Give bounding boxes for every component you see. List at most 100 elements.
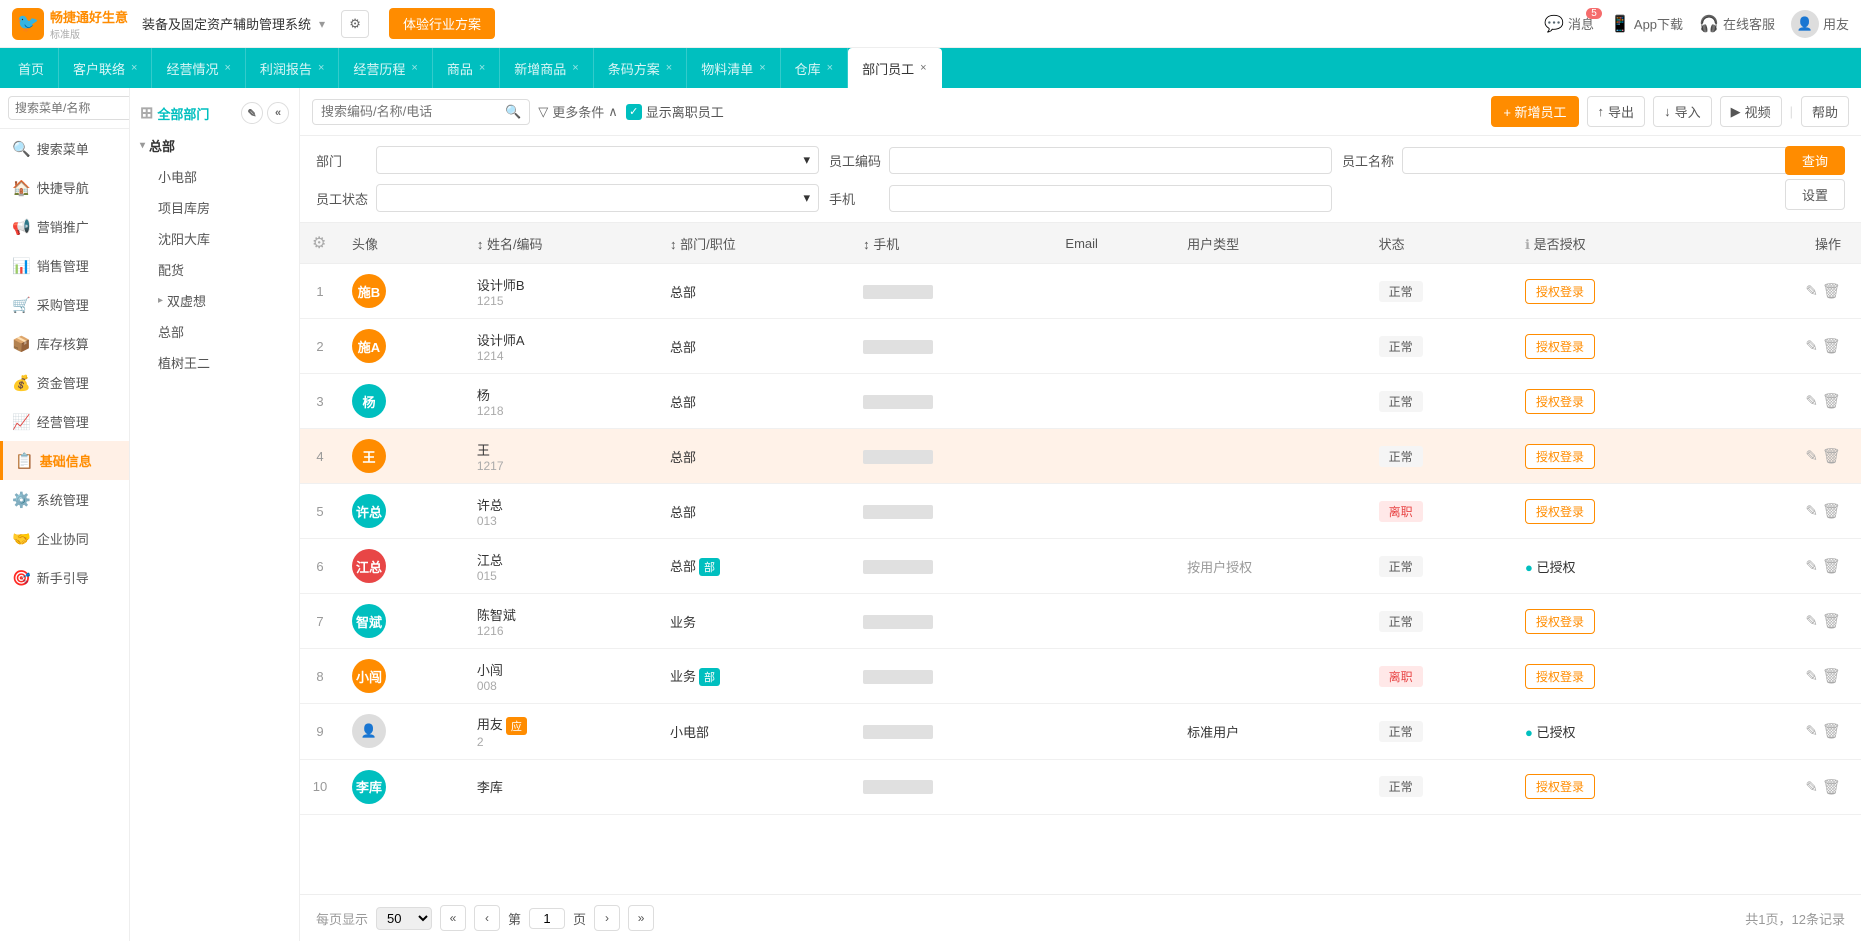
tab-close-icon[interactable]: ×	[920, 62, 926, 74]
delete-icon[interactable]: 🗑	[1822, 723, 1841, 740]
sidebar-item-marketing[interactable]: 📢 营销推广	[0, 207, 129, 246]
dept-item-zhishu[interactable]: 植树王二	[130, 347, 299, 378]
delete-icon[interactable]: 🗑	[1822, 338, 1841, 355]
sidebar-item-finance[interactable]: 💰 资金管理	[0, 363, 129, 402]
set-button[interactable]: 设置	[1785, 179, 1845, 210]
delete-icon[interactable]: 🗑	[1822, 668, 1841, 685]
export-button[interactable]: ↑ 导出	[1587, 96, 1646, 127]
dept-item-parent-zongbu[interactable]: ▾ 总部	[130, 130, 299, 161]
delete-icon[interactable]: 🗑	[1822, 393, 1841, 410]
online-support-btn[interactable]: 🎧 在线客服	[1699, 14, 1775, 34]
delete-icon[interactable]: 🗑	[1822, 503, 1841, 520]
edit-icon[interactable]: ✎	[1805, 558, 1818, 575]
trial-button[interactable]: 体验行业方案	[389, 8, 495, 39]
edit-icon[interactable]: ✎	[1805, 503, 1818, 520]
page-number-input[interactable]	[529, 908, 565, 929]
nav-tab-部门员工[interactable]: 部门员工×	[848, 48, 941, 88]
delete-icon[interactable]: 🗑	[1822, 283, 1841, 300]
title-dropdown-icon[interactable]: ▾	[319, 17, 325, 31]
edit-icon[interactable]: ✎	[1805, 393, 1818, 410]
authorize-button[interactable]: 授权登录	[1525, 499, 1595, 524]
tab-close-icon[interactable]: ×	[759, 62, 765, 74]
search-input[interactable]	[321, 104, 501, 119]
user-menu[interactable]: 👤 用友	[1791, 10, 1849, 38]
delete-icon[interactable]: 🗑	[1822, 779, 1841, 796]
message-btn[interactable]: 💬 消息 5	[1544, 14, 1594, 34]
query-button[interactable]: 查询	[1785, 146, 1845, 175]
delete-icon[interactable]: 🗑	[1822, 558, 1841, 575]
show-resign-checkbox[interactable]: ✓	[626, 104, 642, 120]
th-dept[interactable]: ↕ 部门/职位	[658, 223, 851, 264]
edit-icon[interactable]: ✎	[1805, 338, 1818, 355]
settings-icon[interactable]: ⚙	[312, 235, 326, 252]
nav-tab-仓库[interactable]: 仓库×	[781, 48, 848, 88]
search-input[interactable]	[8, 96, 130, 120]
sidebar-item-operations[interactable]: 📈 经营管理	[0, 402, 129, 441]
authorize-button[interactable]: 授权登录	[1525, 389, 1595, 414]
view-button[interactable]: ▶ 视频	[1720, 96, 1782, 127]
nav-tab-经营历程[interactable]: 经营历程×	[339, 48, 432, 88]
edit-icon[interactable]: ✎	[1805, 613, 1818, 630]
prev-page-btn[interactable]: ‹	[474, 905, 500, 931]
last-page-btn[interactable]: »	[628, 905, 654, 931]
edit-icon[interactable]: ✎	[1805, 668, 1818, 685]
authorize-button[interactable]: 授权登录	[1525, 279, 1595, 304]
empname-input[interactable]	[1402, 147, 1845, 174]
authorize-button[interactable]: 授权登录	[1525, 609, 1595, 634]
settings-button[interactable]: ⚙	[341, 10, 369, 38]
sidebar-item-basicinfo[interactable]: 📋 基础信息	[0, 441, 129, 480]
th-phone[interactable]: ↕ 手机	[851, 223, 1053, 264]
first-page-btn[interactable]: «	[440, 905, 466, 931]
tab-close-icon[interactable]: ×	[224, 62, 230, 74]
delete-icon[interactable]: 🗑	[1822, 613, 1841, 630]
sidebar-item-purchase[interactable]: 🛒 采购管理	[0, 285, 129, 324]
authorize-button[interactable]: 授权登录	[1525, 664, 1595, 689]
tab-close-icon[interactable]: ×	[479, 62, 485, 74]
sidebar-item-collab[interactable]: 🤝 企业协同	[0, 519, 129, 558]
nav-tab-新增商品[interactable]: 新增商品×	[500, 48, 593, 88]
authorize-button[interactable]: 授权登录	[1525, 444, 1595, 469]
nav-tab-利润报告[interactable]: 利润报告×	[246, 48, 339, 88]
sidebar-item-sales[interactable]: 📊 销售管理	[0, 246, 129, 285]
help-button[interactable]: 帮助	[1801, 96, 1849, 127]
dept-edit-btn[interactable]: ✎	[241, 102, 263, 124]
tab-close-icon[interactable]: ×	[411, 62, 417, 74]
dept-item-xiangmu[interactable]: 项目库房	[130, 192, 299, 223]
dept-item-shuangxuxiang[interactable]: ▸ 双虚想	[130, 285, 299, 316]
more-filter-btn[interactable]: ▽ 更多条件 ∧	[538, 102, 618, 121]
edit-icon[interactable]: ✎	[1805, 723, 1818, 740]
edit-icon[interactable]: ✎	[1805, 283, 1818, 300]
nav-tab-经营情况[interactable]: 经营情况×	[152, 48, 245, 88]
edit-icon[interactable]: ✎	[1805, 779, 1818, 796]
empcode-input[interactable]	[889, 147, 1332, 174]
sidebar-item-quicknav[interactable]: 🏠 快捷导航	[0, 168, 129, 207]
nav-tab-条码方案[interactable]: 条码方案×	[594, 48, 687, 88]
tab-close-icon[interactable]: ×	[666, 62, 672, 74]
page-size-select[interactable]: 50 100 200	[376, 907, 432, 930]
dept-item-shenyang[interactable]: 沈阳大库	[130, 223, 299, 254]
nav-tab-物料清单[interactable]: 物料清单×	[687, 48, 780, 88]
authorize-button[interactable]: 授权登录	[1525, 334, 1595, 359]
tab-close-icon[interactable]: ×	[572, 62, 578, 74]
dept-select[interactable]: ▾	[376, 146, 819, 174]
dept-item-peihuo[interactable]: 配货	[130, 254, 299, 285]
app-download-btn[interactable]: 📱 App下载	[1610, 14, 1683, 34]
empstatus-select[interactable]: ▾	[376, 184, 819, 212]
nav-tab-客户联络[interactable]: 客户联络×	[59, 48, 152, 88]
sidebar-item-search[interactable]: 🔍 搜索菜单	[0, 129, 129, 168]
th-name[interactable]: ↕ 姓名/编码	[465, 223, 658, 264]
dept-item-xiaodianbv[interactable]: 小电部	[130, 161, 299, 192]
authorize-button[interactable]: 授权登录	[1525, 774, 1595, 799]
tab-close-icon[interactable]: ×	[318, 62, 324, 74]
nav-tab-商品[interactable]: 商品×	[433, 48, 500, 88]
dept-collapse-btn[interactable]: «	[267, 102, 289, 124]
dept-item-zongbu2[interactable]: 总部	[130, 316, 299, 347]
delete-icon[interactable]: 🗑	[1822, 448, 1841, 465]
nav-tab-首页[interactable]: 首页	[4, 48, 59, 88]
phone-input[interactable]	[889, 185, 1332, 212]
edit-icon[interactable]: ✎	[1805, 448, 1818, 465]
import-button[interactable]: ↓ 导入	[1653, 96, 1712, 127]
tab-close-icon[interactable]: ×	[131, 62, 137, 74]
tab-close-icon[interactable]: ×	[827, 62, 833, 74]
show-resign-wrap[interactable]: ✓ 显示离职员工	[626, 102, 724, 121]
